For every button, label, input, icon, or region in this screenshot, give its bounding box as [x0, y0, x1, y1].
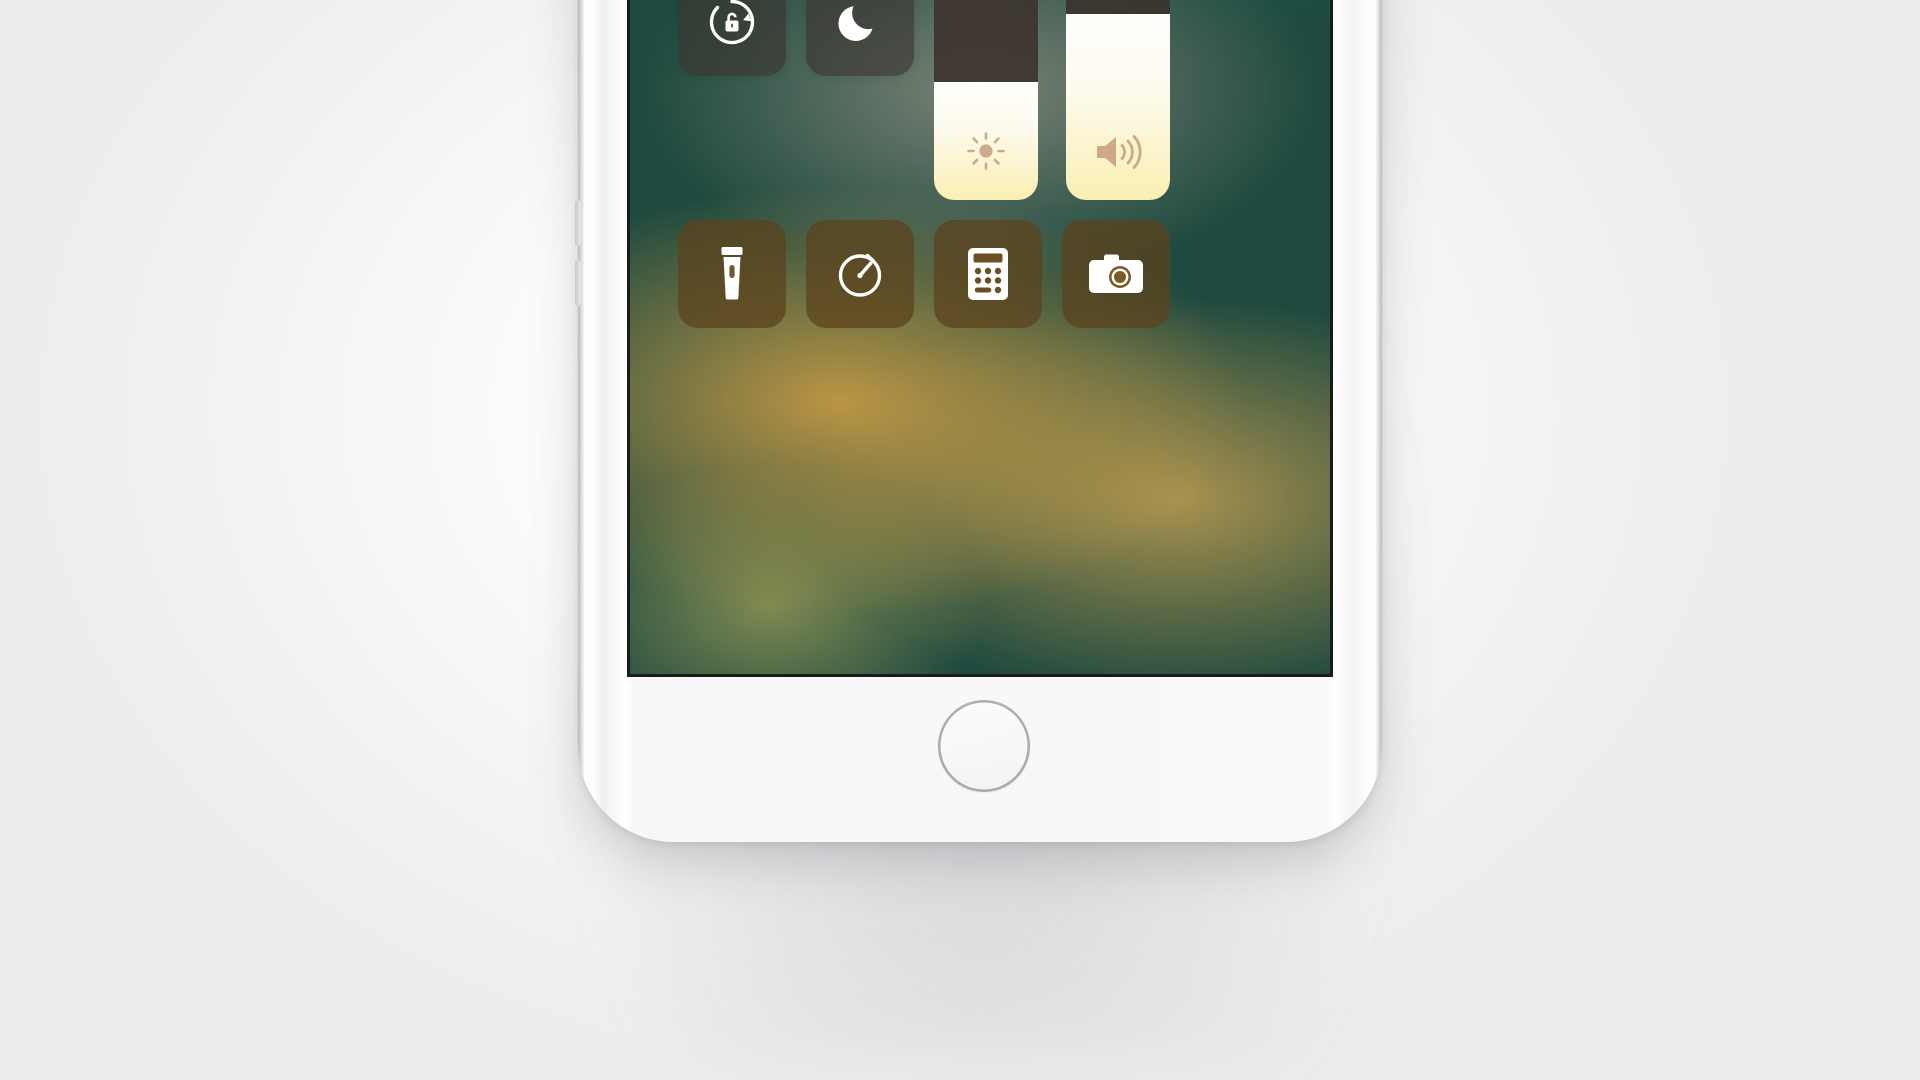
calculator-button[interactable] — [934, 220, 1042, 328]
volume-slider[interactable] — [1066, 0, 1170, 200]
timer-button[interactable] — [806, 220, 914, 328]
flashlight-icon — [717, 245, 747, 303]
volume-up-button[interactable] — [575, 200, 581, 246]
iphone-display: Green Light Lorde — [630, 0, 1330, 674]
volume-icon — [1092, 130, 1144, 174]
timer-icon — [832, 246, 888, 302]
calculator-icon — [966, 246, 1010, 302]
brightness-icon — [963, 128, 1009, 174]
moon-icon — [834, 0, 886, 48]
brightness-slider[interactable] — [934, 0, 1038, 200]
camera-button[interactable] — [1062, 220, 1170, 328]
screenshot-stage: Green Light Lorde — [0, 0, 1920, 1080]
rotation-lock-toggle[interactable] — [678, 0, 786, 76]
rotation-lock-icon — [704, 0, 760, 50]
do-not-disturb-toggle[interactable] — [806, 0, 914, 76]
home-button[interactable] — [938, 700, 1030, 792]
camera-icon — [1087, 251, 1145, 297]
flashlight-button[interactable] — [678, 220, 786, 328]
control-center-panel: Green Light Lorde — [630, 0, 1330, 674]
volume-down-button[interactable] — [575, 260, 581, 306]
